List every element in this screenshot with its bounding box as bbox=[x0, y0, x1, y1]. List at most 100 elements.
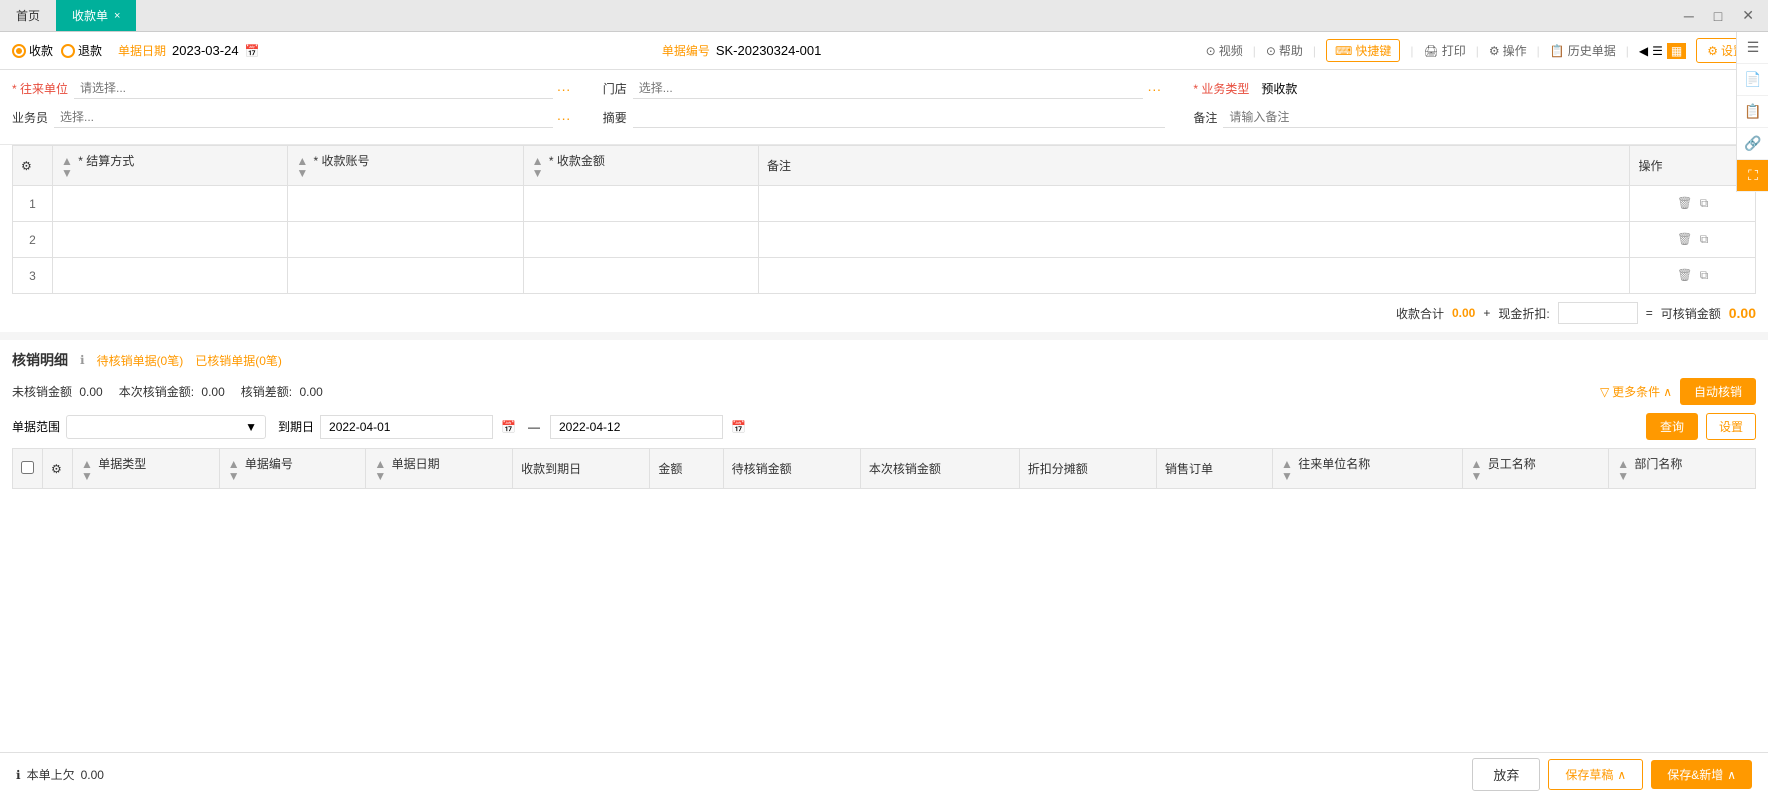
print-btn[interactable]: 🖨 打印 bbox=[1424, 42, 1466, 59]
tab-active[interactable]: 收款单 × bbox=[56, 0, 136, 31]
sidebar-copy-icon[interactable]: 📋 bbox=[1737, 96, 1768, 128]
close-btn[interactable]: ✕ bbox=[1736, 5, 1760, 26]
list-view-icon[interactable]: ☰ bbox=[1652, 44, 1663, 58]
plus-sign: + bbox=[1483, 306, 1490, 320]
right-sidebar: ☰ 📄 📋 🔗 ⛶ bbox=[1736, 32, 1768, 192]
settings-col-header[interactable]: ⚙ bbox=[13, 146, 53, 186]
more-conditions-btn[interactable]: ▽ 更多条件 ∧ bbox=[1600, 383, 1672, 400]
remark-cell-3[interactable] bbox=[758, 258, 1630, 294]
account-cell-1[interactable] bbox=[288, 186, 523, 222]
copy-row-1-btn[interactable]: ⧉ bbox=[1700, 196, 1709, 210]
settlement-col-header: ▲▼ * 结算方式 bbox=[53, 146, 288, 186]
copy-row-2-btn[interactable]: ⧉ bbox=[1700, 232, 1709, 246]
number-field: 单据编号 SK-20230324-001 bbox=[662, 42, 1190, 59]
receipt-type-group: 收款 退款 bbox=[12, 42, 102, 59]
available-value: 0.00 bbox=[1729, 305, 1756, 321]
help-btn[interactable]: ⊙ 帮助 bbox=[1266, 42, 1303, 59]
remark-cell-2[interactable] bbox=[758, 222, 1630, 258]
tab-active-label: 收款单 bbox=[72, 7, 108, 24]
auto-verify-btn[interactable]: 自动核销 bbox=[1680, 378, 1756, 405]
copy-row-3-btn[interactable]: ⧉ bbox=[1700, 268, 1709, 282]
sales-order-col: 销售订单 bbox=[1157, 449, 1273, 489]
radio-refund[interactable]: 退款 bbox=[61, 42, 102, 59]
staff-input[interactable] bbox=[54, 107, 553, 128]
save-new-btn[interactable]: 保存&新增 ∧ bbox=[1651, 760, 1752, 789]
remark-input[interactable] bbox=[1223, 107, 1756, 128]
completed-tab[interactable]: 已核销单据(0笔) bbox=[195, 352, 282, 369]
dropdown-arrow-icon: ▼ bbox=[245, 420, 257, 434]
sidebar-expand-icon[interactable]: ⛶ bbox=[1737, 160, 1768, 192]
delete-row-2-btn[interactable]: 🗑 bbox=[1677, 232, 1692, 246]
footer: ℹ 本单上欠 0.00 放弃 保存草稿 ∧ 保存&新增 ∧ bbox=[0, 752, 1768, 796]
discard-btn[interactable]: 放弃 bbox=[1472, 758, 1540, 791]
calendar-icon-2[interactable]: 📅 bbox=[731, 420, 746, 434]
staff-more-btn[interactable]: ··· bbox=[553, 110, 575, 126]
video-btn[interactable]: ⊙ 视频 bbox=[1206, 42, 1243, 59]
grid-view-icon[interactable]: ▦ bbox=[1667, 43, 1686, 59]
counterpart-input[interactable] bbox=[74, 78, 553, 99]
date-filter: 到期日 📅 — 📅 bbox=[278, 415, 748, 439]
tab-close-icon[interactable]: × bbox=[114, 10, 120, 22]
store-more-btn[interactable]: ··· bbox=[1143, 81, 1165, 97]
checkbox-col[interactable] bbox=[13, 449, 43, 489]
print-icon: 🖨 bbox=[1424, 44, 1439, 58]
date-field: 单据日期 2023-03-24 📅 bbox=[118, 42, 646, 59]
amount-cell-2[interactable] bbox=[523, 222, 758, 258]
history-icon: 📋 bbox=[1550, 44, 1565, 58]
maximize-btn[interactable]: □ bbox=[1708, 6, 1728, 26]
calendar-icon-1[interactable]: 📅 bbox=[501, 420, 516, 434]
equal-sign: = bbox=[1646, 306, 1653, 320]
range-select[interactable]: ▼ bbox=[66, 415, 266, 439]
sidebar-table-icon[interactable]: ☰ bbox=[1737, 32, 1768, 64]
discount-input[interactable] bbox=[1558, 302, 1638, 324]
shortcut-btn[interactable]: ⌨ 快捷键 bbox=[1326, 39, 1400, 62]
delete-row-3-btn[interactable]: 🗑 bbox=[1677, 268, 1692, 282]
verif-filters: 单据范围 ▼ 到期日 📅 — 📅 查询 设置 bbox=[12, 413, 1756, 440]
select-all-checkbox[interactable] bbox=[21, 461, 34, 474]
tab-home[interactable]: 首页 bbox=[0, 0, 56, 31]
calendar-icon[interactable]: 📅 bbox=[245, 44, 260, 58]
amount-cell-1[interactable] bbox=[523, 186, 758, 222]
view-controls: ◀ ☰ ▦ bbox=[1639, 43, 1686, 59]
history-btn[interactable]: 📋 历史单据 bbox=[1550, 42, 1616, 59]
summary-input[interactable] bbox=[633, 107, 1166, 128]
store-input[interactable] bbox=[633, 78, 1144, 99]
verif-settings-btn[interactable]: 设置 bbox=[1706, 413, 1756, 440]
remark-cell-1[interactable] bbox=[758, 186, 1630, 222]
summary-row: 收款合计 0.00 + 现金折扣: = 可核销金额 0.00 bbox=[0, 294, 1768, 332]
account-cell-2[interactable] bbox=[288, 222, 523, 258]
due-date-col: 收款到期日 bbox=[513, 449, 650, 489]
radio-receive[interactable]: 收款 bbox=[12, 42, 53, 59]
settings-col2[interactable]: ⚙ bbox=[43, 449, 73, 489]
current-amount-col: 本次核销金额 bbox=[860, 449, 1019, 489]
account-cell-3[interactable] bbox=[288, 258, 523, 294]
save-draft-btn[interactable]: 保存草稿 ∧ bbox=[1548, 759, 1643, 790]
counterpart-more-btn[interactable]: ··· bbox=[553, 81, 575, 97]
doc-number-col: ▲▼ 单据编号 bbox=[219, 449, 366, 489]
date-to-input[interactable] bbox=[550, 415, 723, 439]
amount-cell-3[interactable] bbox=[523, 258, 758, 294]
operation-btn[interactable]: ⚙ 操作 bbox=[1489, 42, 1527, 59]
chevron-up-icon: ∧ bbox=[1663, 385, 1672, 399]
total-value: 0.00 bbox=[1452, 306, 1475, 320]
minimize-btn[interactable]: ─ bbox=[1678, 6, 1700, 26]
chevron-up-icon: ∧ bbox=[1617, 768, 1626, 782]
prev-icon[interactable]: ◀ bbox=[1639, 44, 1648, 58]
pending-amount-col: 待核销金额 bbox=[723, 449, 860, 489]
delete-row-1-btn[interactable]: 🗑 bbox=[1677, 196, 1692, 210]
chevron-up-icon-2: ∧ bbox=[1727, 768, 1736, 782]
receipt-table: ⚙ ▲▼ * 结算方式 ▲▼ * 收款账号 ▲▼ * 收款金额 备注 bbox=[12, 145, 1756, 294]
settlement-cell-1[interactable] bbox=[53, 186, 288, 222]
receipt-table-section: ⚙ ▲▼ * 结算方式 ▲▼ * 收款账号 ▲▼ * 收款金额 备注 bbox=[0, 145, 1768, 294]
info-icon: ℹ bbox=[16, 768, 21, 782]
date-value: 2023-03-24 bbox=[172, 43, 239, 58]
date-from-input[interactable] bbox=[320, 415, 493, 439]
pending-tab[interactable]: 待核销单据(0笔) bbox=[97, 352, 184, 369]
query-btn[interactable]: 查询 bbox=[1646, 413, 1698, 440]
settlement-cell-3[interactable] bbox=[53, 258, 288, 294]
dept-name-col: ▲▼ 部门名称 bbox=[1609, 449, 1756, 489]
radio-receive-dot bbox=[12, 44, 26, 58]
settlement-cell-2[interactable] bbox=[53, 222, 288, 258]
sidebar-link-icon[interactable]: 🔗 bbox=[1737, 128, 1768, 160]
sidebar-doc-icon[interactable]: 📄 bbox=[1737, 64, 1768, 96]
